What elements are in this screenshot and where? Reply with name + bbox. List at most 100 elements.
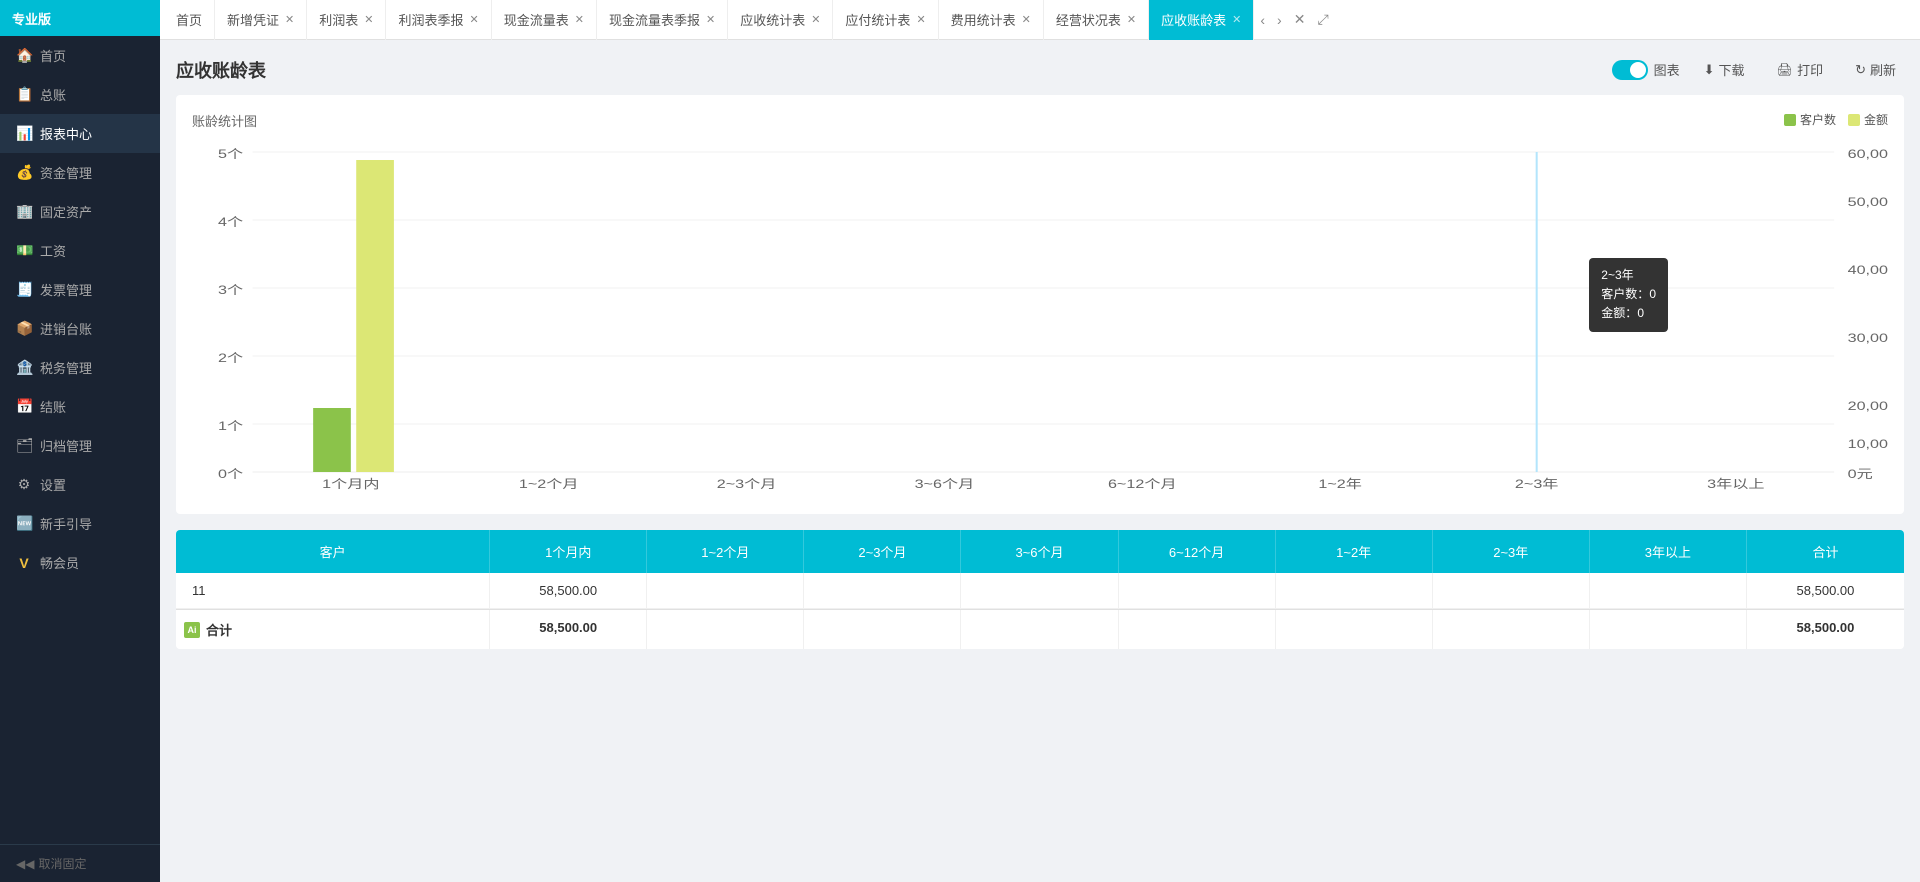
tab-profit-close[interactable]: ✕ bbox=[364, 13, 373, 26]
sidebar-item-home[interactable]: 🏠 首页 bbox=[0, 36, 160, 75]
tab-voucher[interactable]: 新增凭证 ✕ bbox=[215, 0, 307, 40]
svg-text:2~3个月: 2~3个月 bbox=[717, 477, 777, 491]
sidebar-item-close[interactable]: 📅 结账 bbox=[0, 387, 160, 426]
chart-toggle[interactable] bbox=[1612, 60, 1648, 80]
tab-prev-btn[interactable]: ‹ bbox=[1254, 8, 1271, 32]
col-m12: 6~12个月 bbox=[1119, 530, 1276, 573]
close-period-icon: 📅 bbox=[16, 398, 32, 415]
tab-expense-stat[interactable]: 费用统计表 ✕ bbox=[939, 0, 1044, 40]
tab-cashflow-quarter-label: 现金流量表季报 bbox=[609, 10, 700, 29]
cell-m2-0 bbox=[647, 573, 804, 608]
sidebar-item-archive[interactable]: 🗂 归档管理 bbox=[0, 426, 160, 465]
tab-expense-stat-close[interactable]: ✕ bbox=[1022, 13, 1031, 26]
table-header: 客户 1个月内 1~2个月 2~3个月 3~6个月 6~12个月 1~2年 2~… bbox=[176, 530, 1904, 573]
tab-profit-quarter-close[interactable]: ✕ bbox=[470, 13, 479, 26]
tab-aging-close[interactable]: ✕ bbox=[1232, 13, 1241, 26]
print-label: 打印 bbox=[1797, 60, 1823, 79]
col-m1: 1个月内 bbox=[490, 530, 647, 573]
tab-profit[interactable]: 利润表 ✕ bbox=[307, 0, 386, 40]
sidebar-label-tax: 税务管理 bbox=[40, 358, 92, 377]
sidebar-item-payroll[interactable]: 💵 工资 bbox=[0, 231, 160, 270]
archive-icon: 🗂 bbox=[16, 437, 32, 454]
tab-payable-stat[interactable]: 应付统计表 ✕ bbox=[833, 0, 938, 40]
sidebar-label-archive: 归档管理 bbox=[40, 436, 92, 455]
svg-text:50,000.00元: 50,000.00元 bbox=[1848, 196, 1888, 209]
svg-text:1~2个月: 1~2个月 bbox=[519, 477, 579, 491]
chart-area: 5个 4个 3个 2个 1个 0个 60,000.00元 50,000.00元 … bbox=[192, 138, 1888, 498]
tab-business-stat[interactable]: 经营状况表 ✕ bbox=[1044, 0, 1149, 40]
svg-text:40,000.00元: 40,000.00元 bbox=[1848, 264, 1888, 277]
svg-text:0元: 0元 bbox=[1848, 468, 1873, 481]
tab-cashflow-quarter[interactable]: 现金流量表季报 ✕ bbox=[597, 0, 728, 40]
footer-y3plus bbox=[1590, 610, 1747, 649]
tab-voucher-close[interactable]: ✕ bbox=[285, 13, 294, 26]
svg-text:60,000.00元: 60,000.00元 bbox=[1848, 148, 1888, 161]
table-row: 11 58,500.00 58,500.00 bbox=[176, 573, 1904, 609]
inventory-icon: 📦 bbox=[16, 320, 32, 337]
svg-text:5个: 5个 bbox=[218, 147, 243, 161]
tab-cashflow-quarter-close[interactable]: ✕ bbox=[706, 13, 715, 26]
sidebar: 专业版 🏠 首页 📋 总账 📊 报表中心 💰 资金管理 🏢 固定资产 💵 工资 … bbox=[0, 0, 160, 882]
chart-container: 账龄统计图 客户数 金额 5个 4个 3个 2个 bbox=[176, 95, 1904, 514]
sidebar-item-assets[interactable]: 🏢 固定资产 bbox=[0, 192, 160, 231]
sidebar-item-guide[interactable]: 🆕 新手引导 bbox=[0, 504, 160, 543]
svg-text:3个: 3个 bbox=[218, 283, 243, 297]
refresh-icon: ↻ bbox=[1855, 62, 1866, 78]
ledger-icon: 📋 bbox=[16, 86, 32, 103]
assets-icon: 🏢 bbox=[16, 203, 32, 220]
sidebar-item-invoice[interactable]: 🧾 发票管理 bbox=[0, 270, 160, 309]
sidebar-collapse-btn[interactable]: ◀◀ 取消固定 bbox=[0, 844, 160, 882]
tab-close-all-btn[interactable]: ✕ bbox=[1288, 7, 1312, 32]
legend-customers-dot bbox=[1784, 114, 1796, 126]
svg-text:3~6个月: 3~6个月 bbox=[915, 477, 975, 491]
sidebar-item-inventory[interactable]: 📦 进销台账 bbox=[0, 309, 160, 348]
tab-expense-stat-label: 费用统计表 bbox=[951, 10, 1016, 29]
tab-aging[interactable]: 应收账龄表 ✕ bbox=[1149, 0, 1254, 40]
download-btn[interactable]: ⬇ 下载 bbox=[1696, 56, 1753, 83]
sidebar-item-reports[interactable]: 📊 报表中心 bbox=[0, 114, 160, 153]
sidebar-label-assets: 固定资产 bbox=[40, 202, 92, 221]
print-btn[interactable]: 🖨 打印 bbox=[1769, 56, 1832, 83]
reports-icon: 📊 bbox=[16, 125, 32, 142]
sidebar-label-reports: 报表中心 bbox=[40, 124, 92, 143]
sidebar-item-ledger[interactable]: 📋 总账 bbox=[0, 75, 160, 114]
sidebar-item-funds[interactable]: 💰 资金管理 bbox=[0, 153, 160, 192]
bar-chart-svg: 5个 4个 3个 2个 1个 0个 60,000.00元 50,000.00元 … bbox=[192, 138, 1888, 498]
footer-m3 bbox=[804, 610, 961, 649]
total-icon: Ai bbox=[184, 622, 200, 638]
footer-m1: 58,500.00 bbox=[490, 610, 647, 649]
refresh-label: 刷新 bbox=[1870, 60, 1896, 79]
table-footer-row: Ai 合计 58,500.00 58,500.00 bbox=[176, 609, 1904, 649]
tab-bar: 首页 新增凭证 ✕ 利润表 ✕ 利润表季报 ✕ 现金流量表 ✕ 现金流量表季报 … bbox=[160, 0, 1920, 40]
refresh-btn[interactable]: ↻ 刷新 bbox=[1847, 56, 1904, 83]
tab-next-btn[interactable]: › bbox=[1271, 8, 1288, 32]
tab-expand-btn[interactable]: ⤢ bbox=[1311, 7, 1334, 32]
tab-business-stat-label: 经营状况表 bbox=[1056, 10, 1121, 29]
sidebar-label-invoice: 发票管理 bbox=[40, 280, 92, 299]
sidebar-item-vip[interactable]: V 畅会员 bbox=[0, 543, 160, 582]
tab-business-stat-close[interactable]: ✕ bbox=[1127, 13, 1136, 26]
tab-home[interactable]: 首页 bbox=[164, 0, 215, 40]
tab-profit-quarter[interactable]: 利润表季报 ✕ bbox=[386, 0, 491, 40]
col-y23: 2~3年 bbox=[1433, 530, 1590, 573]
sidebar-label-vip: 畅会员 bbox=[40, 553, 79, 572]
svg-text:1~2年: 1~2年 bbox=[1318, 477, 1362, 491]
cell-customer-0: 11 bbox=[176, 573, 490, 608]
legend-amount-label: 金额 bbox=[1864, 111, 1888, 128]
col-total: 合计 bbox=[1747, 530, 1904, 573]
sidebar-item-tax[interactable]: 🏦 税务管理 bbox=[0, 348, 160, 387]
tab-receivable-stat[interactable]: 应收统计表 ✕ bbox=[728, 0, 833, 40]
app-logo: 专业版 bbox=[0, 0, 160, 36]
tab-payable-stat-close[interactable]: ✕ bbox=[916, 13, 925, 26]
page-header: 应收账龄表 图表 ⬇ 下载 🖨 打印 ↻ 刷新 bbox=[176, 56, 1904, 83]
sidebar-item-settings[interactable]: ⚙ 设置 bbox=[0, 465, 160, 504]
tab-cashflow-close[interactable]: ✕ bbox=[575, 13, 584, 26]
svg-text:1个月内: 1个月内 bbox=[322, 477, 379, 491]
tab-receivable-stat-close[interactable]: ✕ bbox=[811, 13, 820, 26]
payroll-icon: 💵 bbox=[16, 242, 32, 259]
tab-profit-label: 利润表 bbox=[319, 10, 358, 29]
page-title: 应收账龄表 bbox=[176, 57, 266, 83]
tab-cashflow[interactable]: 现金流量表 ✕ bbox=[492, 0, 597, 40]
svg-text:10,000.00元: 10,000.00元 bbox=[1848, 438, 1888, 451]
footer-label-text: 合计 bbox=[206, 620, 232, 639]
